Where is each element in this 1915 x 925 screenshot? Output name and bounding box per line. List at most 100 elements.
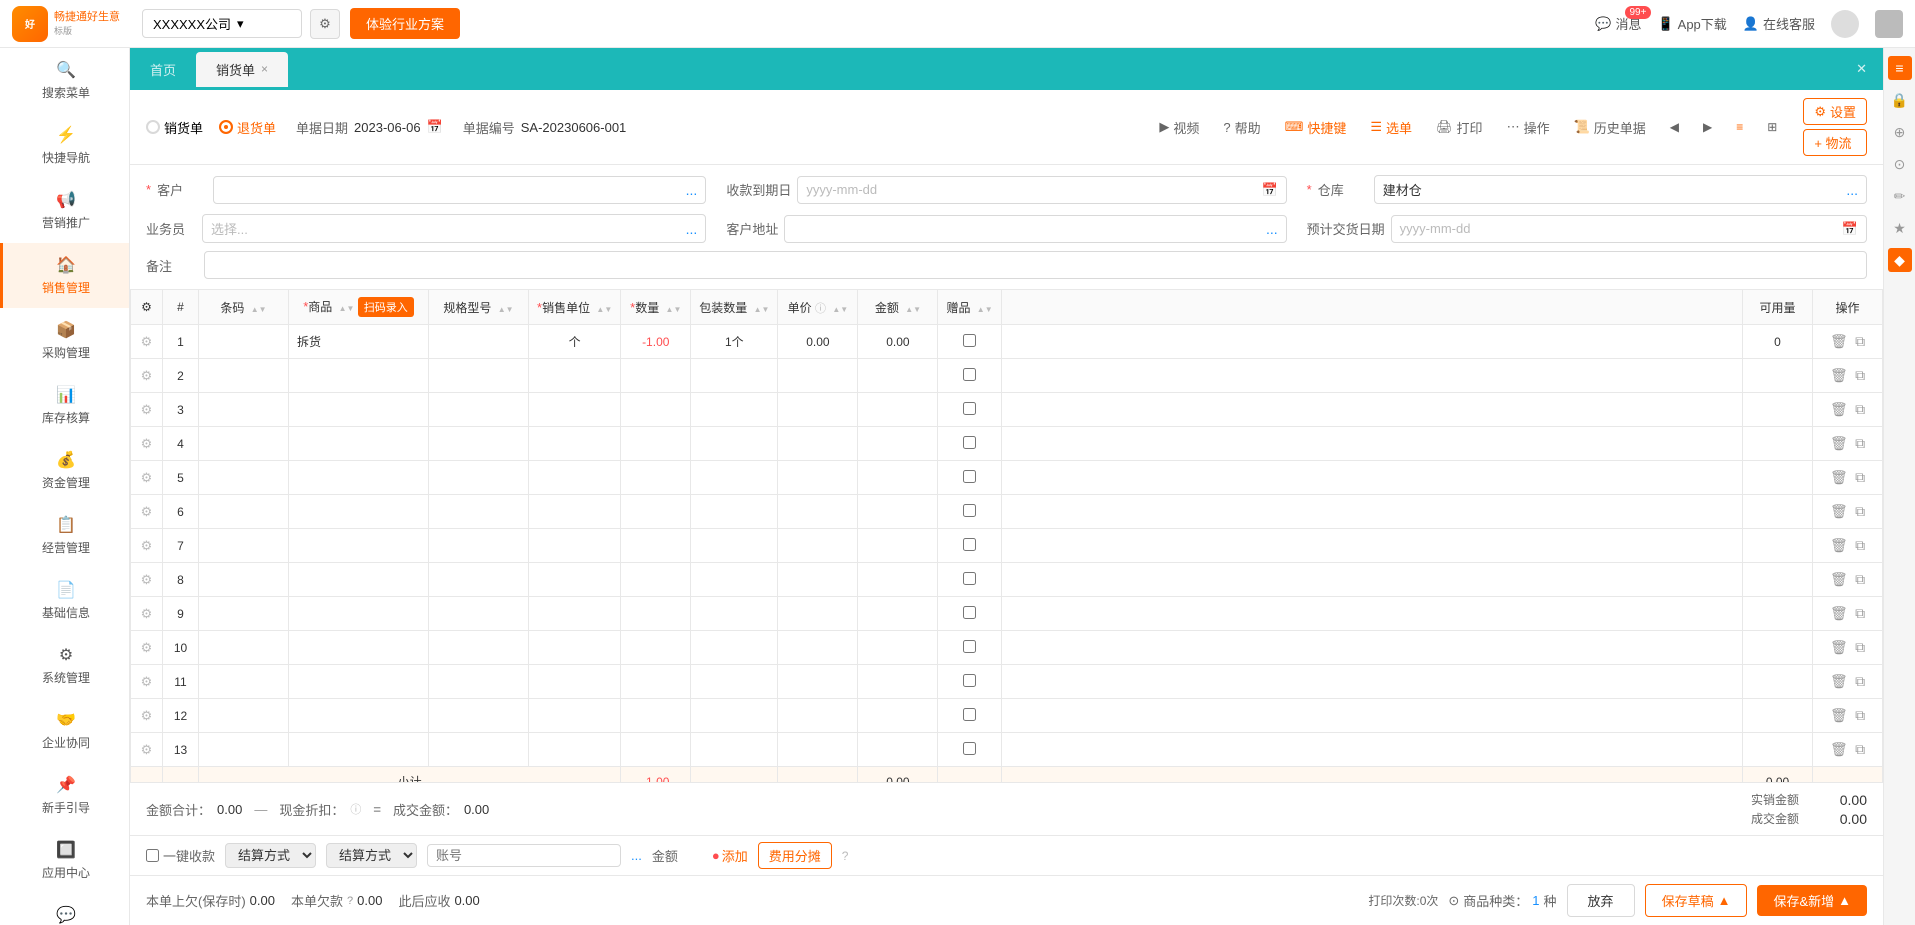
row-goods-cell[interactable]	[289, 393, 429, 427]
row-spec-cell[interactable]	[429, 665, 529, 699]
row-unit-cell[interactable]	[529, 733, 621, 767]
row-settings-icon[interactable]: ⚙	[141, 334, 153, 349]
expected-date-calendar-icon[interactable]: 📅	[1842, 221, 1858, 237]
row-delete-button[interactable]: 🗑	[1828, 637, 1850, 658]
row-copy-button[interactable]: ⧉	[1853, 331, 1867, 352]
toolbar-nav-prev-button[interactable]: ◀	[1664, 117, 1685, 137]
row-price-cell[interactable]	[778, 495, 858, 529]
row-delete-button[interactable]: 🗑	[1828, 535, 1850, 556]
avatar2[interactable]	[1875, 10, 1903, 38]
row-gift-checkbox[interactable]	[963, 538, 976, 551]
row-gift-cell[interactable]	[938, 563, 1001, 597]
sidebar-item-base-info[interactable]: 📄 基础信息	[0, 568, 129, 633]
toolbar-print-button[interactable]: 🖨 打印	[1430, 115, 1489, 140]
logistics-button[interactable]: + 物流	[1803, 129, 1867, 156]
sidebar-item-guide[interactable]: 📌 新手引导	[0, 763, 129, 828]
row-gift-checkbox[interactable]	[963, 504, 976, 517]
row-settings-icon[interactable]: ⚙	[141, 674, 153, 689]
account-input[interactable]	[427, 844, 621, 867]
row-gift-cell[interactable]	[938, 495, 1001, 529]
rp-lock-button[interactable]: 🔒	[1888, 88, 1912, 112]
fee-split-button[interactable]: 费用分摊	[758, 842, 832, 869]
row-amount-cell[interactable]	[858, 699, 938, 733]
row-price-cell[interactable]	[778, 665, 858, 699]
row-barcode-cell[interactable]	[199, 325, 289, 359]
row-goods-cell[interactable]	[289, 529, 429, 563]
radio-sale-order[interactable]: 销货单	[146, 118, 203, 137]
toolbar-grid-view-button[interactable]: ⊞	[1761, 117, 1783, 137]
row-amount-cell[interactable]	[858, 495, 938, 529]
sidebar-item-enterprise[interactable]: 🤝 企业协同	[0, 698, 129, 763]
row-gift-checkbox[interactable]	[963, 572, 976, 585]
sidebar-item-purchase[interactable]: 📦 采购管理	[0, 308, 129, 373]
row-copy-button[interactable]: ⧉	[1853, 705, 1867, 726]
row-delete-button[interactable]: 🗑	[1828, 603, 1850, 624]
row-unit-cell[interactable]	[529, 631, 621, 665]
radio-return-order[interactable]: 退货单	[219, 118, 276, 137]
row-amount-cell[interactable]	[858, 393, 938, 427]
save-draft-button[interactable]: 保存草稿 ▲	[1645, 884, 1748, 917]
row-goods-cell[interactable]: 拆货	[289, 325, 429, 359]
customer-dots[interactable]: ...	[686, 182, 698, 198]
price-info-icon[interactable]: ⓘ	[815, 303, 826, 315]
settings-gear-button[interactable]: ⚙	[310, 9, 340, 39]
row-unit-cell[interactable]	[529, 427, 621, 461]
one-click-pay-checkbox[interactable]: 一键收款	[146, 846, 215, 865]
row-amount-cell[interactable]: 0.00	[858, 325, 938, 359]
row-gift-cell[interactable]	[938, 597, 1001, 631]
row-settings-icon[interactable]: ⚙	[141, 436, 153, 451]
row-gift-checkbox[interactable]	[963, 674, 976, 687]
spec-sort-icon[interactable]: ▲▼	[498, 306, 514, 314]
row-spec-cell[interactable]	[429, 495, 529, 529]
save-new-button[interactable]: 保存&新增 ▲	[1757, 885, 1867, 916]
row-barcode-cell[interactable]	[199, 631, 289, 665]
customer-addr-input[interactable]: ...	[784, 215, 1286, 243]
row-gift-checkbox[interactable]	[963, 606, 976, 619]
row-barcode-cell[interactable]	[199, 733, 289, 767]
rp-orange-button[interactable]: ◆	[1888, 248, 1912, 272]
unit-sort-icon[interactable]: ▲▼	[596, 306, 612, 314]
expected-date-input[interactable]: yyyy-mm-dd 📅	[1391, 215, 1867, 243]
row-goods-cell[interactable]	[289, 563, 429, 597]
row-gift-checkbox[interactable]	[963, 470, 976, 483]
goods-type-select-icon[interactable]: ⊙	[1448, 893, 1459, 909]
rp-edit-button[interactable]: ✏	[1888, 184, 1912, 208]
row-qty-cell[interactable]	[621, 461, 691, 495]
row-spec-cell[interactable]	[429, 631, 529, 665]
row-qty-cell[interactable]	[621, 597, 691, 631]
company-selector[interactable]: XXXXXX公司 ▾	[142, 9, 302, 38]
row-price-cell[interactable]	[778, 631, 858, 665]
row-gift-cell[interactable]	[938, 393, 1001, 427]
row-pack-qty-cell[interactable]	[691, 563, 778, 597]
sidebar-item-marketing[interactable]: 📢 营销推广	[0, 178, 129, 243]
row-settings-icon[interactable]: ⚙	[141, 572, 153, 587]
toolbar-ops-button[interactable]: ⋯ 操作	[1501, 115, 1556, 140]
toolbar-nav-next-button[interactable]: ▶	[1697, 117, 1718, 137]
toolbar-select-button[interactable]: ☰ 选单	[1364, 115, 1418, 140]
row-gift-cell[interactable]	[938, 665, 1001, 699]
row-unit-cell[interactable]	[529, 597, 621, 631]
goods-sort-icon[interactable]: ▲▼	[339, 305, 355, 313]
row-amount-cell[interactable]	[858, 631, 938, 665]
row-price-cell[interactable]	[778, 393, 858, 427]
toolbar-shortcut-button[interactable]: ⌨ 快捷键	[1279, 115, 1353, 140]
row-pack-qty-cell[interactable]	[691, 597, 778, 631]
row-price-cell[interactable]: 0.00	[778, 325, 858, 359]
row-pack-qty-cell[interactable]	[691, 359, 778, 393]
row-goods-cell[interactable]	[289, 665, 429, 699]
row-pack-qty-cell[interactable]	[691, 665, 778, 699]
row-price-cell[interactable]	[778, 529, 858, 563]
tab-close-all-button[interactable]: ✕	[1856, 61, 1883, 77]
row-qty-cell[interactable]	[621, 393, 691, 427]
row-settings-icon[interactable]: ⚙	[141, 742, 153, 757]
row-goods-cell[interactable]	[289, 359, 429, 393]
row-amount-cell[interactable]	[858, 665, 938, 699]
row-pack-qty-cell[interactable]	[691, 495, 778, 529]
row-qty-cell[interactable]	[621, 359, 691, 393]
row-unit-cell[interactable]	[529, 359, 621, 393]
row-gift-cell[interactable]	[938, 699, 1001, 733]
row-pack-qty-cell[interactable]	[691, 427, 778, 461]
row-goods-cell[interactable]	[289, 495, 429, 529]
row-delete-button[interactable]: 🗑	[1828, 467, 1850, 488]
row-delete-button[interactable]: 🗑	[1828, 569, 1850, 590]
